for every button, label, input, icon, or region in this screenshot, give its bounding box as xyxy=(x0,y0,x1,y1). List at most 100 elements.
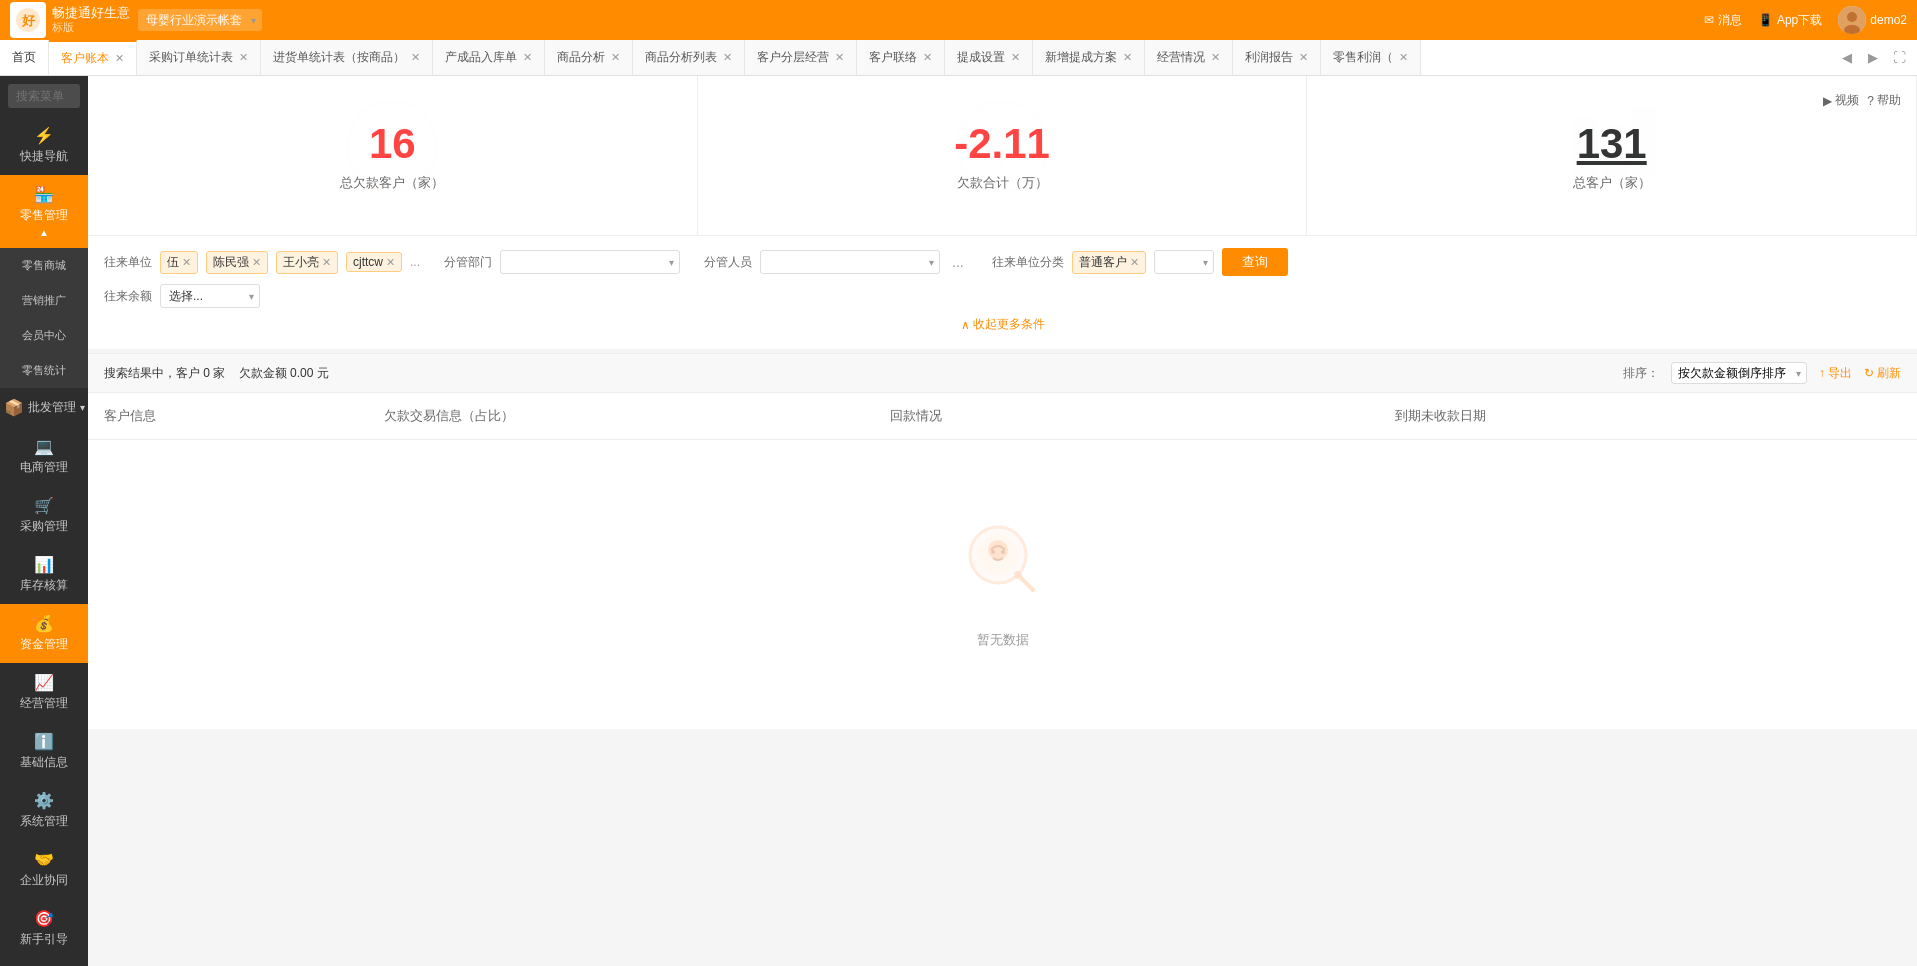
export-button[interactable]: ↑ 导出 xyxy=(1819,365,1852,382)
tab-close-customer-ledger[interactable]: ✕ xyxy=(115,52,124,65)
tab-expand-button[interactable]: ⛶ xyxy=(1889,48,1909,68)
sidebar-item-basic-info[interactable]: ℹ️ 基础信息 xyxy=(0,722,88,781)
person-filter-label: 分管人员 xyxy=(704,254,752,271)
sidebar-search-area[interactable] xyxy=(0,76,88,116)
tab-goods-analysis-list[interactable]: 商品分析列表 ✕ xyxy=(633,40,745,76)
store-selector[interactable]: 母婴行业演示帐套 xyxy=(138,9,262,31)
filter-area: 往来单位 伍 ✕ 陈民强 ✕ 王小亮 ✕ cjttcw xyxy=(88,236,1917,349)
collapse-button[interactable]: ∧ 收起更多条件 xyxy=(961,316,1045,333)
table-header-debt-info: 欠款交易信息（占比） xyxy=(384,403,890,429)
tab-customer-contact[interactable]: 客户联络 ✕ xyxy=(857,40,945,76)
sidebar-item-purchase-mgmt[interactable]: 🛒 采购管理 xyxy=(0,486,88,545)
sidebar-item-newbie-guide[interactable]: 🎯 新手引导 xyxy=(0,899,88,958)
inventory-icon: 📊 xyxy=(34,555,54,574)
tab-close-business[interactable]: ✕ xyxy=(1211,51,1220,64)
table-header: 客户信息 欠款交易信息（占比） 回款情况 到期未收款日期 xyxy=(88,393,1917,440)
tab-close-new-commission[interactable]: ✕ xyxy=(1123,51,1132,64)
refresh-button[interactable]: ↻ 刷新 xyxy=(1864,365,1901,382)
tab-close-goods-list[interactable]: ✕ xyxy=(723,51,732,64)
tab-commission-settings[interactable]: 提成设置 ✕ xyxy=(945,40,1033,76)
svg-point-17 xyxy=(1014,571,1022,579)
results-actions: 排序： 按欠款金额倒序排序 ↑ 导出 ↻ 刷新 xyxy=(1623,362,1901,384)
sidebar-item-retail-mgmt[interactable]: 🏪 零售管理 ▲ xyxy=(0,175,88,248)
user-menu[interactable]: demo2 xyxy=(1838,6,1907,34)
tab-prev-button[interactable]: ◀ xyxy=(1837,48,1857,68)
table-header-repayment: 回款情况 xyxy=(890,403,1396,429)
svg-point-15 xyxy=(1001,550,1005,554)
sidebar-item-app-center[interactable]: 📱 应用中心 xyxy=(0,958,88,966)
table-header-due-date: 到期未收款日期 xyxy=(1395,403,1901,429)
tab-goods-analysis[interactable]: 商品分析 ✕ xyxy=(545,40,633,76)
help-button[interactable]: ? 帮助 xyxy=(1867,92,1901,109)
remove-tag-unit-3[interactable]: ✕ xyxy=(322,256,331,269)
query-button[interactable]: 查询 xyxy=(1222,248,1288,276)
sidebar-item-business-mgmt[interactable]: 📈 经营管理 xyxy=(0,663,88,722)
sort-selector[interactable]: 按欠款金额倒序排序 xyxy=(1671,362,1807,384)
sidebar-item-enterprise-collab[interactable]: 🤝 企业协同 xyxy=(0,840,88,899)
tab-close-goods-analysis[interactable]: ✕ xyxy=(611,51,620,64)
tab-close-layering[interactable]: ✕ xyxy=(835,51,844,64)
filter-tag-unit-4[interactable]: cjttcw ✕ xyxy=(346,252,402,272)
sidebar-item-inventory[interactable]: 📊 库存核算 xyxy=(0,545,88,604)
app-download-button[interactable]: 📱 App下载 xyxy=(1758,12,1822,29)
stat-value-customers: 16 xyxy=(369,120,416,168)
person-filter-dots[interactable]: ... xyxy=(948,254,968,270)
sidebar-item-retail-mall[interactable]: 零售商城 xyxy=(0,248,88,283)
stat-value-all-customers: 131 xyxy=(1577,120,1647,168)
tab-new-commission[interactable]: 新增提成方案 ✕ xyxy=(1033,40,1145,76)
stat-label-customers: 总欠款客户（家） xyxy=(340,174,444,192)
tab-close-commission[interactable]: ✕ xyxy=(1011,51,1020,64)
tab-business-status[interactable]: 经营情况 ✕ xyxy=(1145,40,1233,76)
sidebar-item-marketing[interactable]: 营销推广 xyxy=(0,283,88,318)
chevron-up-icon: ∧ xyxy=(961,318,970,332)
tab-close-profit[interactable]: ✕ xyxy=(1299,51,1308,64)
remove-tag-unit-class[interactable]: ✕ xyxy=(1130,256,1139,269)
sidebar-item-wholesale-mgmt[interactable]: 📦 批发管理 ▾ xyxy=(0,388,88,427)
tab-home[interactable]: 首页 xyxy=(0,40,49,76)
play-icon: ▶ xyxy=(1823,94,1832,108)
filter-tag-unit-1[interactable]: 伍 ✕ xyxy=(160,251,198,274)
tab-purchase-stats-goods[interactable]: 进货单统计表（按商品） ✕ xyxy=(261,40,433,76)
tab-close-contact[interactable]: ✕ xyxy=(923,51,932,64)
tab-close-retail[interactable]: ✕ xyxy=(1399,51,1408,64)
info-icon: ℹ️ xyxy=(34,732,54,751)
remove-tag-unit-4[interactable]: ✕ xyxy=(386,256,395,269)
sidebar-item-quick-nav[interactable]: ⚡ 快捷导航 xyxy=(0,116,88,175)
remove-tag-unit-2[interactable]: ✕ xyxy=(252,256,261,269)
sidebar-search-input[interactable] xyxy=(8,84,80,108)
filter-tag-unit-class[interactable]: 普通客户 ✕ xyxy=(1072,251,1146,274)
tab-next-button[interactable]: ▶ xyxy=(1863,48,1883,68)
tab-close-purchase-goods[interactable]: ✕ xyxy=(411,51,420,64)
tab-purchase-order-stats[interactable]: 采购订单统计表 ✕ xyxy=(137,40,261,76)
tab-customer-layering[interactable]: 客户分层经营 ✕ xyxy=(745,40,857,76)
filter-tag-unit-3[interactable]: 王小亮 ✕ xyxy=(276,251,338,274)
sidebar-item-retail-stats[interactable]: 零售统计 xyxy=(0,353,88,388)
sidebar-item-finance-mgmt[interactable]: 💰 资金管理 xyxy=(0,604,88,663)
sidebar-item-ecommerce-mgmt[interactable]: 💻 电商管理 xyxy=(0,427,88,486)
filter-tag-unit-2[interactable]: 陈民强 ✕ xyxy=(206,251,268,274)
stats-controls: ▶ 视频 ? 帮助 xyxy=(1823,92,1901,109)
unit-class-selector[interactable] xyxy=(1154,250,1214,274)
tab-controls: ◀ ▶ ⛶ xyxy=(1829,48,1917,68)
message-button[interactable]: ✉ 消息 xyxy=(1704,12,1742,29)
video-button[interactable]: ▶ 视频 xyxy=(1823,92,1859,109)
tab-retail-profit[interactable]: 零售利润（ ✕ xyxy=(1321,40,1421,76)
person-selector[interactable] xyxy=(760,250,940,274)
balance-selector[interactable]: 选择... xyxy=(160,284,260,308)
ecommerce-icon: 💻 xyxy=(34,437,54,456)
tab-profit-report[interactable]: 利润报告 ✕ xyxy=(1233,40,1321,76)
filter-collapse-row: ∧ 收起更多条件 xyxy=(104,312,1901,337)
dept-selector[interactable] xyxy=(500,250,680,274)
filter-more-tags[interactable]: ... xyxy=(410,255,420,269)
tab-finished-goods[interactable]: 产成品入库单 ✕ xyxy=(433,40,545,76)
sidebar-item-member-center[interactable]: 会员中心 xyxy=(0,318,88,353)
remove-tag-unit-1[interactable]: ✕ xyxy=(182,256,191,269)
sidebar-item-system-mgmt[interactable]: ⚙️ 系统管理 xyxy=(0,781,88,840)
tab-close-finished[interactable]: ✕ xyxy=(523,51,532,64)
sidebar: ⚡ 快捷导航 🏪 零售管理 ▲ 零售商城 营销推广 会员中心 零售统计 📦 xyxy=(0,76,88,966)
results-info: 搜索结果中，客户 0 家 欠款金额 0.00 元 xyxy=(104,365,329,382)
tab-close-purchase[interactable]: ✕ xyxy=(239,51,248,64)
tab-customer-ledger[interactable]: 客户账本 ✕ xyxy=(49,40,137,76)
settings-icon: ⚙️ xyxy=(34,791,54,810)
download-icon: 📱 xyxy=(1758,13,1773,27)
